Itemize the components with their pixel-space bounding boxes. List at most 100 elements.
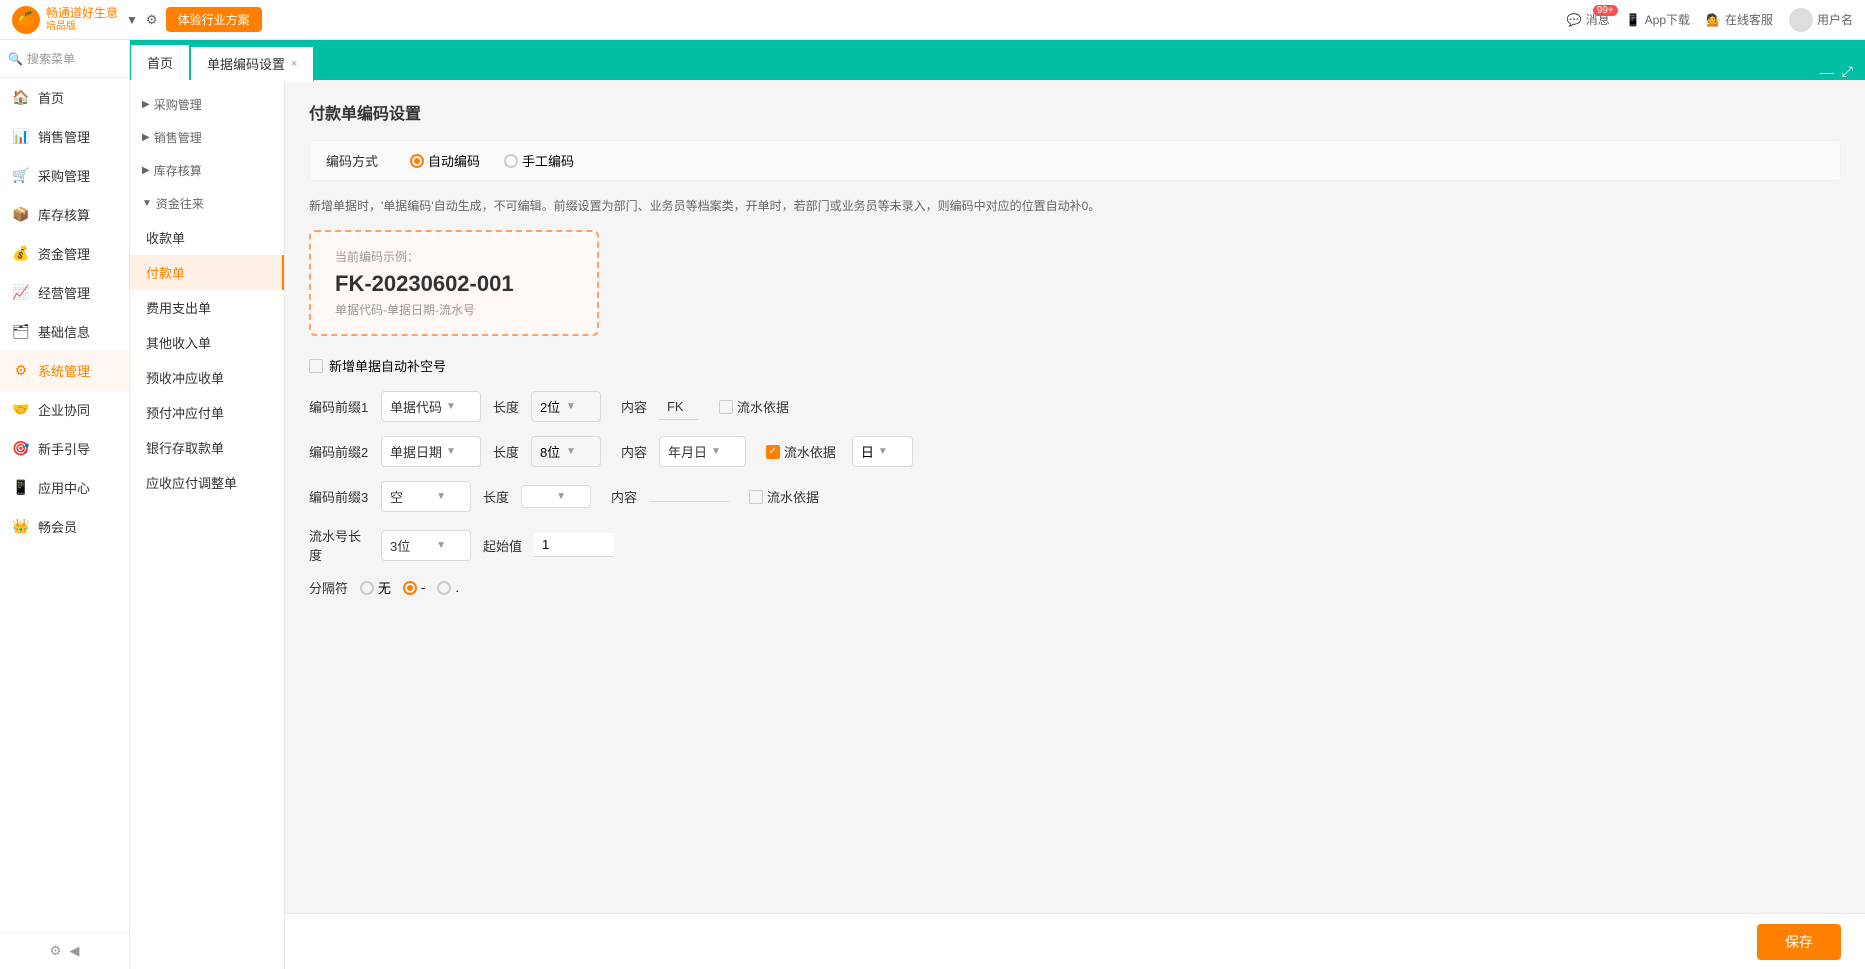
prefix2-content-select[interactable]: 年月日 ▼ <box>659 436 746 467</box>
message-button[interactable]: 💬 消息 99+ <box>1567 11 1610 28</box>
manual-encode-radio[interactable]: 手工编码 <box>504 151 574 170</box>
tab-home[interactable]: 首页 <box>130 44 190 80</box>
tab-minimize-icon[interactable]: — <box>1820 64 1834 80</box>
system-icon: ⚙ <box>12 362 30 380</box>
prefix1-label: 编码前缀1 <box>309 397 369 416</box>
sidebar-item-home[interactable]: 🏠 首页 <box>0 78 129 117</box>
sep-dash-radio[interactable]: - <box>403 580 425 595</box>
prefix2-label: 编码前缀2 <box>309 442 369 461</box>
settings-icon[interactable]: ⚙ <box>146 12 158 28</box>
prefix2-length-label: 长度 <box>493 442 519 461</box>
sidebar-item-newbie[interactable]: 🎯 新手引导 <box>0 429 129 468</box>
separator-row: 分隔符 无 - . <box>309 578 1841 597</box>
sep-dot-radio[interactable]: . <box>437 580 459 595</box>
logo-icon: 🍊 <box>12 6 40 34</box>
content-area: 首页 单据编码设置 × — ⤢ ▶ 采购管理 <box>130 40 1865 969</box>
apps-icon: 📱 <box>12 479 30 497</box>
left-sidebar: 🔍 搜索菜单 🏠 首页 📊 销售管理 🛒 采购管理 📦 库存核算 💰 资金管理 … <box>0 40 130 969</box>
top-bar-left: 🍊 畅通道好生意 培品版 ▼ ⚙ 体验行业方案 <box>12 6 262 34</box>
auto-fill-row: 新增单据自动补空号 <box>309 356 1841 375</box>
sidebar-item-receipt[interactable]: 收款单 <box>130 220 284 255</box>
logo-text: 畅通道好生意 培品版 <box>46 6 118 32</box>
sidebar-item-system[interactable]: ⚙ 系统管理 <box>0 351 129 390</box>
sep-none-radio[interactable]: 无 <box>360 578 391 597</box>
auto-encode-radio[interactable]: 自动编码 <box>410 151 480 170</box>
expand-arrow-purchase: ▶ <box>142 99 150 110</box>
encode-method-label: 编码方式 <box>326 151 378 170</box>
prefix1-watermark-checkbox[interactable]: 流水依据 <box>719 397 789 416</box>
sep-dot-dot <box>437 581 451 595</box>
sidebar-item-bank-deposit[interactable]: 银行存取款单 <box>130 430 284 465</box>
group-inventory: ▶ 库存核算 <box>130 154 284 187</box>
save-button[interactable]: 保存 <box>1757 924 1841 960</box>
sidebar-item-sales[interactable]: 📊 销售管理 <box>0 117 129 156</box>
sidebar-item-inventory[interactable]: 📦 库存核算 <box>0 195 129 234</box>
tab-active[interactable]: 单据编码设置 × <box>190 46 314 82</box>
base-icon: 🗂 <box>12 323 30 341</box>
top-bar-dropdown[interactable]: ▼ <box>126 13 138 27</box>
prefix2-day-arrow: ▼ <box>878 446 888 457</box>
group-sales-title[interactable]: ▶ 销售管理 <box>130 121 284 154</box>
prefix3-watermark-checkbox[interactable]: 流水依据 <box>749 487 819 506</box>
message-badge: 99+ <box>1593 5 1618 16</box>
purchase-icon: 🛒 <box>12 167 30 185</box>
finance-icon: 💰 <box>12 245 30 263</box>
group-purchase: ▶ 采购管理 <box>130 88 284 121</box>
prefix3-content-label: 内容 <box>611 487 637 506</box>
prefix3-row: 编码前缀3 空 ▼ 长度 ▼ 内容 <box>309 481 1841 512</box>
newbie-icon: 🎯 <box>12 440 30 458</box>
prefix2-watermark-checkbox[interactable]: ✓ 流水依据 <box>766 442 836 461</box>
prefix3-watermark-box <box>749 490 763 504</box>
prefix1-select[interactable]: 单据代码 ▼ <box>381 391 481 422</box>
sidebar-item-purchase[interactable]: 🛒 采购管理 <box>0 156 129 195</box>
prefix1-length-select[interactable]: 2位 ▼ <box>531 391 601 422</box>
sidebar-item-payment[interactable]: 付款单 <box>130 255 284 290</box>
serial-start-label: 起始值 <box>483 536 522 555</box>
tab-maximize-icon[interactable]: ⤢ <box>1842 63 1853 80</box>
tab-close-icon[interactable]: × <box>291 58 297 70</box>
sidebar-item-base[interactable]: 🗂 基础信息 <box>0 312 129 351</box>
operations-icon: 📈 <box>12 284 30 302</box>
prefix3-select[interactable]: 空 ▼ <box>381 481 471 512</box>
expand-arrow-inventory: ▶ <box>142 165 150 176</box>
sidebar-collapse-icon[interactable]: ◀ <box>69 943 79 959</box>
sidebar-item-prepay-receivable[interactable]: 预收冲应收单 <box>130 360 284 395</box>
app-download-button[interactable]: 📱 App下载 <box>1626 11 1690 28</box>
sidebar-item-apps[interactable]: 📱 应用中心 <box>0 468 129 507</box>
sep-none-dot <box>360 581 374 595</box>
top-bar: 🍊 畅通道好生意 培品版 ▼ ⚙ 体验行业方案 💬 消息 99+ 📱 App下载… <box>0 0 1865 40</box>
promo-button[interactable]: 体验行业方案 <box>166 7 262 32</box>
prefix2-day-select[interactable]: 日 ▼ <box>852 436 913 467</box>
prefix2-length-select[interactable]: 8位 ▼ <box>531 436 601 467</box>
sidebar-item-enterprise[interactable]: 🤝 企业协同 <box>0 390 129 429</box>
main-content: 付款单编码设置 编码方式 自动编码 手工编码 <box>285 80 1865 969</box>
group-capital-title[interactable]: ▼ 资金往来 <box>130 187 284 220</box>
prefix2-content-arrow: ▼ <box>711 446 721 457</box>
sidebar-settings-icon[interactable]: ⚙ <box>50 943 62 959</box>
user-avatar[interactable]: 用户名 <box>1789 8 1853 32</box>
sidebar-item-operations[interactable]: 📈 经营管理 <box>0 273 129 312</box>
encode-method-row: 编码方式 自动编码 手工编码 <box>309 140 1841 181</box>
serial-start-input[interactable] <box>534 533 614 557</box>
prefix1-row: 编码前缀1 单据代码 ▼ 长度 2位 ▼ 内容 FK <box>309 391 1841 422</box>
main-layout: 🔍 搜索菜单 🏠 首页 📊 销售管理 🛒 采购管理 📦 库存核算 💰 资金管理 … <box>0 40 1865 969</box>
group-purchase-title[interactable]: ▶ 采购管理 <box>130 88 284 121</box>
sidebar-item-ar-ap-adjust[interactable]: 应收应付调整单 <box>130 465 284 500</box>
member-icon: 👑 <box>12 518 30 536</box>
serial-length-select[interactable]: 3位 ▼ <box>381 530 471 561</box>
group-inventory-title[interactable]: ▶ 库存核算 <box>130 154 284 187</box>
prefix3-length-select[interactable]: ▼ <box>521 485 591 508</box>
sidebar-item-member[interactable]: 👑 畅会员 <box>0 507 129 546</box>
search-menu[interactable]: 🔍 搜索菜单 <box>0 40 129 78</box>
sidebar-item-finance[interactable]: 💰 资金管理 <box>0 234 129 273</box>
prefix2-select[interactable]: 单据日期 ▼ <box>381 436 481 467</box>
sidebar-item-prepay-payable[interactable]: 预付冲应付单 <box>130 395 284 430</box>
sep-dash-dot <box>403 581 417 595</box>
sidebar-item-expense[interactable]: 费用支出单 <box>130 290 284 325</box>
enterprise-icon: 🤝 <box>12 401 30 419</box>
group-sales: ▶ 销售管理 <box>130 121 284 154</box>
separator-label: 分隔符 <box>309 578 348 597</box>
auto-fill-checkbox[interactable] <box>309 359 323 373</box>
online-service-button[interactable]: 💁 在线客服 <box>1706 11 1773 28</box>
sidebar-item-other-income[interactable]: 其他收入单 <box>130 325 284 360</box>
